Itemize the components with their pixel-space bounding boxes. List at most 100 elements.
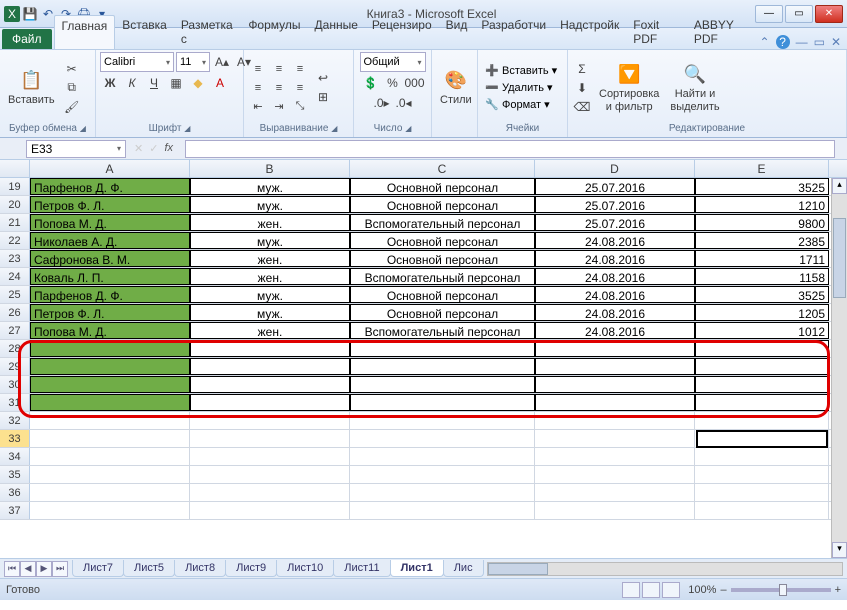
- cell[interactable]: Парфенов Д. Ф.: [30, 286, 190, 303]
- cell[interactable]: Николаев А. Д.: [30, 232, 190, 249]
- cell[interactable]: 24.08.2016: [535, 322, 695, 339]
- cell[interactable]: [190, 394, 350, 411]
- table-row[interactable]: 23Сафронова В. М.жен.Основной персонал24…: [0, 250, 847, 268]
- name-box[interactable]: E33▾: [26, 140, 126, 158]
- cell[interactable]: Основной персонал: [350, 196, 535, 213]
- cell[interactable]: 24.08.2016: [535, 268, 695, 285]
- cell[interactable]: [350, 412, 535, 429]
- cell[interactable]: [535, 358, 695, 375]
- row-header[interactable]: 27: [0, 322, 30, 339]
- table-row[interactable]: 32: [0, 412, 847, 430]
- cell[interactable]: [30, 430, 190, 447]
- cell[interactable]: 25.07.2016: [535, 196, 695, 213]
- cell[interactable]: [30, 358, 190, 375]
- cancel-formula-icon[interactable]: ✕: [134, 142, 143, 155]
- dec-decimal-icon[interactable]: .0◂: [394, 94, 414, 112]
- cell[interactable]: [190, 448, 350, 465]
- normal-view-icon[interactable]: [622, 582, 640, 598]
- doc-minimize-icon[interactable]: —: [796, 35, 808, 49]
- clear-icon[interactable]: ⌫: [572, 98, 592, 116]
- ribbon-tab[interactable]: Главная: [54, 15, 116, 49]
- font-name-combo[interactable]: Calibri▾: [100, 52, 174, 72]
- cell[interactable]: муж.: [190, 304, 350, 321]
- cell[interactable]: муж.: [190, 178, 350, 195]
- currency-icon[interactable]: 💲: [361, 74, 381, 92]
- cell[interactable]: жен.: [190, 250, 350, 267]
- cell[interactable]: 24.08.2016: [535, 286, 695, 303]
- row-header[interactable]: 28: [0, 340, 30, 357]
- cell[interactable]: [30, 394, 190, 411]
- underline-button[interactable]: Ч: [144, 74, 164, 92]
- cell[interactable]: [350, 466, 535, 483]
- cell[interactable]: [350, 376, 535, 393]
- doc-close-icon[interactable]: ✕: [831, 35, 841, 49]
- table-row[interactable]: 35: [0, 466, 847, 484]
- sheet-tab[interactable]: Лист8: [174, 560, 226, 577]
- cell[interactable]: жен.: [190, 214, 350, 231]
- fill-color-icon[interactable]: ◆: [188, 74, 208, 92]
- row-header[interactable]: 35: [0, 466, 30, 483]
- styles-button[interactable]: 🎨 Стили: [436, 66, 476, 108]
- table-row[interactable]: 31: [0, 394, 847, 412]
- ribbon-tab[interactable]: Формулы: [241, 15, 307, 49]
- cell[interactable]: [350, 394, 535, 411]
- cell[interactable]: [350, 340, 535, 357]
- cell[interactable]: [190, 358, 350, 375]
- sheet-tab[interactable]: Лист1: [390, 560, 444, 577]
- maximize-button[interactable]: ▭: [785, 5, 813, 23]
- row-header[interactable]: 36: [0, 484, 30, 501]
- cell[interactable]: [535, 430, 695, 447]
- indent-inc-icon[interactable]: ⇥: [269, 98, 289, 116]
- zoom-in-icon[interactable]: +: [835, 584, 841, 596]
- cell[interactable]: Сафронова В. М.: [30, 250, 190, 267]
- row-header[interactable]: 25: [0, 286, 30, 303]
- fill-icon[interactable]: ⬇: [572, 79, 592, 97]
- cut-icon[interactable]: ✂: [62, 60, 82, 78]
- inc-decimal-icon[interactable]: .0▸: [372, 94, 392, 112]
- cell[interactable]: Основной персонал: [350, 250, 535, 267]
- cell[interactable]: [535, 412, 695, 429]
- ribbon-tab[interactable]: Вид: [439, 15, 475, 49]
- cell[interactable]: [350, 484, 535, 501]
- cell[interactable]: 1158: [695, 268, 829, 285]
- cell[interactable]: [535, 376, 695, 393]
- row-header[interactable]: 24: [0, 268, 30, 285]
- cell[interactable]: [695, 484, 829, 501]
- sheet-nav-button[interactable]: ⏭: [52, 561, 68, 577]
- help-icon[interactable]: ?: [776, 35, 790, 49]
- delete-cells-button[interactable]: ➖Удалить ▾: [482, 80, 560, 96]
- cell[interactable]: [695, 466, 829, 483]
- cell[interactable]: [350, 358, 535, 375]
- table-row[interactable]: 19Парфенов Д. Ф.муж.Основной персонал25.…: [0, 178, 847, 196]
- cell[interactable]: [695, 412, 829, 429]
- vertical-scrollbar[interactable]: ▴ ▾: [831, 178, 847, 558]
- cell[interactable]: муж.: [190, 232, 350, 249]
- sheet-tab[interactable]: Лист7: [72, 560, 124, 577]
- wrap-text-icon[interactable]: ↩: [313, 69, 333, 87]
- align-center-icon[interactable]: ≡: [269, 79, 289, 97]
- format-painter-icon[interactable]: 🖌: [62, 98, 82, 116]
- cell[interactable]: 25.07.2016: [535, 214, 695, 231]
- page-layout-view-icon[interactable]: [642, 582, 660, 598]
- row-header[interactable]: 37: [0, 502, 30, 519]
- hscroll-thumb[interactable]: [488, 563, 548, 575]
- row-header[interactable]: 32: [0, 412, 30, 429]
- cell[interactable]: Вспомогательный персонал: [350, 214, 535, 231]
- font-size-combo[interactable]: 11▾: [176, 52, 210, 72]
- sheet-tab[interactable]: Лист11: [333, 560, 390, 577]
- number-format-combo[interactable]: Общий▾: [360, 52, 426, 72]
- cell[interactable]: [695, 376, 829, 393]
- ribbon-tab[interactable]: Вставка: [115, 15, 174, 49]
- cell[interactable]: [695, 394, 829, 411]
- row-header[interactable]: 20: [0, 196, 30, 213]
- table-row[interactable]: 28: [0, 340, 847, 358]
- cell[interactable]: [350, 502, 535, 519]
- cell[interactable]: [535, 394, 695, 411]
- grow-font-icon[interactable]: A▴: [212, 53, 232, 71]
- table-row[interactable]: 25Парфенов Д. Ф.муж.Основной персонал24.…: [0, 286, 847, 304]
- zoom-thumb[interactable]: [779, 584, 787, 596]
- cell[interactable]: 1012: [695, 322, 829, 339]
- cell[interactable]: [695, 340, 829, 357]
- save-icon[interactable]: 💾: [22, 6, 38, 22]
- cell[interactable]: 3525: [695, 286, 829, 303]
